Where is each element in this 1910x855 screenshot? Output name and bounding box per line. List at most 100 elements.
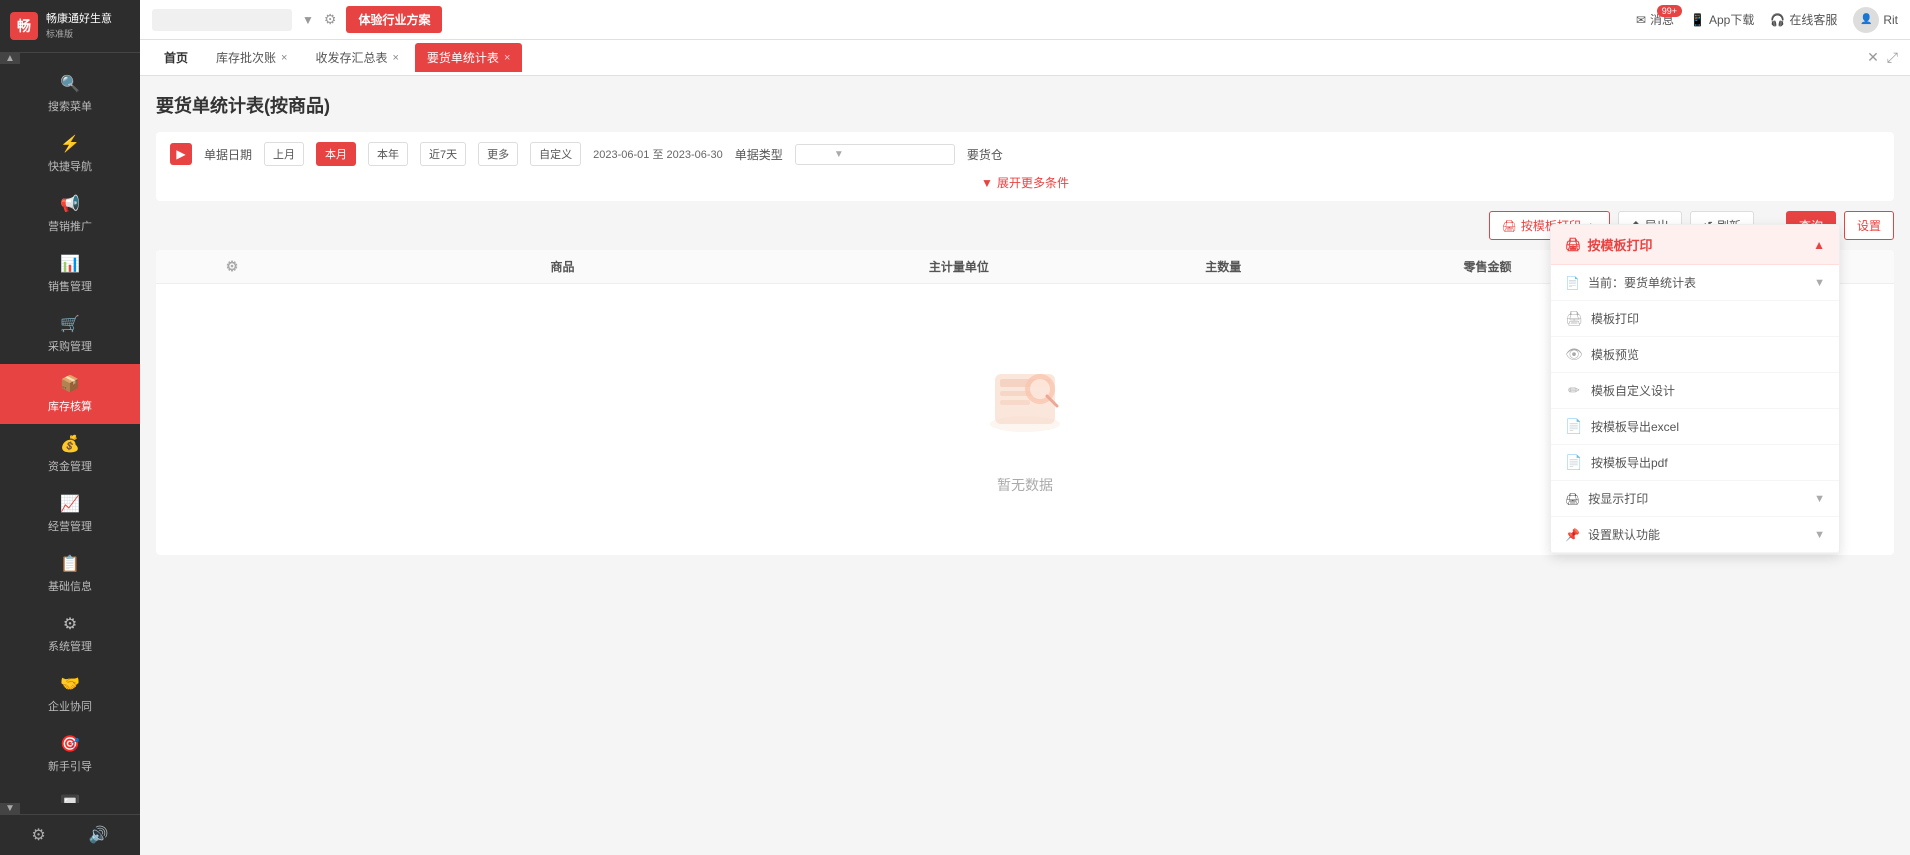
sidebar-item-finance[interactable]: 💰 资金管理 bbox=[0, 424, 140, 484]
tab-receipt-summary-close[interactable]: × bbox=[392, 52, 398, 64]
tab-maximize-btn[interactable]: ⤢ bbox=[1887, 49, 1898, 66]
date-btn-last-month[interactable]: 上月 bbox=[264, 142, 304, 166]
dropdown-display-print[interactable]: 🖨 按显示打印 ▼ bbox=[1551, 481, 1839, 517]
sidebar-item-label: 系统管理 bbox=[48, 638, 92, 654]
date-btn-this-year[interactable]: 本年 bbox=[368, 142, 408, 166]
sidebar-item-label: 经营管理 bbox=[48, 518, 92, 534]
app-name: 畅康通好生意 bbox=[46, 12, 112, 27]
tab-order-stats-label: 要货单统计表 bbox=[427, 49, 499, 66]
scroll-down-btn[interactable]: ▼ bbox=[0, 803, 20, 814]
content-area: 要货单统计表(按商品) ▶ 单据日期 上月 本月 本年 近7天 更多 自定义 2… bbox=[140, 76, 1910, 855]
sidebar-item-quick-nav[interactable]: ⚡ 快捷导航 bbox=[0, 124, 140, 184]
date-btn-7days[interactable]: 近7天 bbox=[420, 142, 466, 166]
expand-more-btn[interactable]: ▼ 展开更多条件 bbox=[981, 174, 1069, 191]
user-avatar[interactable]: 👤 Rit bbox=[1853, 7, 1898, 33]
main-area: ▼ ⚙ 体验行业方案 ✉ 消息 99+ 📱 App下载 🎧 在线客服 👤 Rit bbox=[140, 0, 1910, 855]
tab-order-stats[interactable]: 要货单统计表 × bbox=[415, 43, 522, 72]
operations-icon: 📈 bbox=[60, 494, 80, 514]
dropdown-item-template-preview[interactable]: 👁 模板预览 bbox=[1551, 337, 1839, 373]
search-input[interactable] bbox=[152, 9, 292, 31]
sidebar-item-purchase[interactable]: 🛒 采购管理 bbox=[0, 304, 140, 364]
sidebar-item-guide[interactable]: 🎯 新手引导 bbox=[0, 724, 140, 784]
user-name: Rit bbox=[1883, 13, 1898, 27]
tab-order-stats-close[interactable]: × bbox=[504, 52, 510, 64]
dropdown-printer-icon: 🖨 bbox=[1565, 237, 1582, 253]
sidebar-item-sales[interactable]: 📊 销售管理 bbox=[0, 244, 140, 304]
tab-home[interactable]: 首页 bbox=[152, 43, 200, 72]
tab-receipt-summary-label: 收发存汇总表 bbox=[315, 49, 387, 66]
dropdown-item-template-pdf[interactable]: 📄 按模板导出pdf bbox=[1551, 445, 1839, 481]
dropdown-set-default[interactable]: 📌 设置默认功能 ▼ bbox=[1551, 517, 1839, 553]
sidebar: 畅 畅康通好生意 标准版 ▲ 🔍 搜索菜单 ⚡ 快捷导航 📢 营销推广 📊 销售… bbox=[0, 0, 140, 855]
expand-label: 展开更多条件 bbox=[997, 174, 1069, 191]
speaker-icon[interactable]: 🔊 bbox=[89, 825, 109, 845]
dropdown-item-template-print[interactable]: 🖨 模板打印 bbox=[1551, 301, 1839, 337]
table-column-settings[interactable]: ⚙ bbox=[166, 258, 298, 275]
logo-icon: 畅 bbox=[10, 12, 38, 40]
basic-icon: 📋 bbox=[60, 554, 80, 574]
settings-btn[interactable]: 设置 bbox=[1844, 211, 1894, 240]
sidebar-item-label: 基础信息 bbox=[48, 578, 92, 594]
sidebar-item-label: 资金管理 bbox=[48, 458, 92, 474]
set-default-arrow: ▼ bbox=[1814, 529, 1825, 541]
scroll-up-btn[interactable]: ▲ bbox=[0, 53, 20, 64]
current-template-arrow: ▼ bbox=[1814, 277, 1825, 289]
guide-icon: 🎯 bbox=[60, 734, 80, 754]
tab-resize-controls: ✕ ⤢ bbox=[1867, 49, 1898, 66]
topbar: ▼ ⚙ 体验行业方案 ✉ 消息 99+ 📱 App下载 🎧 在线客服 👤 Rit bbox=[140, 0, 1910, 40]
sidebar-item-label: 快捷导航 bbox=[48, 158, 92, 174]
sidebar-item-app-center[interactable]: 🔲 应用中心 bbox=[0, 784, 140, 803]
sidebar-item-inventory[interactable]: 📦 库存核算 bbox=[0, 364, 140, 424]
template-pdf-label: 按模板导出pdf bbox=[1591, 454, 1668, 471]
sidebar-item-search[interactable]: 🔍 搜索菜单 bbox=[0, 64, 140, 124]
date-btn-more[interactable]: 更多 bbox=[478, 142, 518, 166]
dropdown-current-template[interactable]: 📄 当前：要货单统计表 ▼ bbox=[1551, 265, 1839, 301]
filter-toggle-btn[interactable]: ▶ bbox=[170, 143, 192, 165]
expand-row: ▼ 展开更多条件 bbox=[170, 174, 1880, 191]
sidebar-bottom: ⚙ 🔊 bbox=[0, 814, 140, 855]
type-filter-arrow: ▼ bbox=[834, 149, 844, 160]
tab-receipt-summary[interactable]: 收发存汇总表 × bbox=[303, 43, 410, 72]
sidebar-nav: 🔍 搜索菜单 ⚡ 快捷导航 📢 营销推广 📊 销售管理 🛒 采购管理 📦 库存核… bbox=[0, 64, 140, 803]
sidebar-item-basic[interactable]: 📋 基础信息 bbox=[0, 544, 140, 604]
date-btn-this-month[interactable]: 本月 bbox=[316, 142, 356, 166]
sidebar-item-operations[interactable]: 📈 经营管理 bbox=[0, 484, 140, 544]
topbar-dropdown-arrow[interactable]: ▼ bbox=[302, 13, 314, 27]
settings-bottom-icon[interactable]: ⚙ bbox=[31, 825, 45, 845]
tab-inventory-batch[interactable]: 库存批次账 × bbox=[204, 43, 299, 72]
page-title: 要货单统计表(按商品) bbox=[156, 92, 1894, 118]
app-badge: 标准版 bbox=[46, 27, 112, 40]
current-template-label: 当前：要货单统计表 bbox=[1588, 274, 1696, 291]
industry-btn[interactable]: 体验行业方案 bbox=[346, 6, 442, 33]
empty-illustration bbox=[975, 344, 1075, 463]
set-default-icon: 📌 bbox=[1565, 528, 1580, 542]
app-download-btn[interactable]: 📱 App下载 bbox=[1690, 11, 1754, 28]
search-icon: 🔍 bbox=[60, 74, 80, 94]
dropdown-item-template-excel[interactable]: 📄 按模板导出excel bbox=[1551, 409, 1839, 445]
display-print-left: 🖨 按显示打印 bbox=[1565, 490, 1648, 507]
message-btn[interactable]: ✉ 消息 99+ bbox=[1636, 11, 1674, 28]
printer-icon: 🖨 bbox=[1502, 219, 1517, 233]
sidebar-item-marketing[interactable]: 📢 营销推广 bbox=[0, 184, 140, 244]
display-print-arrow: ▼ bbox=[1814, 493, 1825, 505]
template-preview-label: 模板预览 bbox=[1591, 346, 1639, 363]
tab-inventory-batch-close[interactable]: × bbox=[281, 52, 287, 64]
tab-close-btn[interactable]: ✕ bbox=[1867, 49, 1879, 66]
dropdown-item-template-design[interactable]: ✏ 模板自定义设计 bbox=[1551, 373, 1839, 409]
table-col-unit: 主计量单位 bbox=[827, 258, 1091, 275]
sidebar-item-collab[interactable]: 🤝 企业协同 bbox=[0, 664, 140, 724]
topbar-gear-icon[interactable]: ⚙ bbox=[324, 11, 337, 28]
sidebar-item-label: 新手引导 bbox=[48, 758, 92, 774]
dropdown-collapse-icon[interactable]: ▲ bbox=[1813, 238, 1825, 252]
current-template-icon: 📄 bbox=[1565, 276, 1580, 290]
type-filter-select[interactable]: ▼ bbox=[795, 144, 955, 165]
avatar-circle: 👤 bbox=[1853, 7, 1879, 33]
expand-chevron-icon: ▼ bbox=[981, 176, 993, 190]
online-service-btn[interactable]: 🎧 在线客服 bbox=[1770, 11, 1837, 28]
date-btn-custom[interactable]: 自定义 bbox=[530, 142, 581, 166]
sidebar-item-system[interactable]: ⚙ 系统管理 bbox=[0, 604, 140, 664]
set-default-left: 📌 设置默认功能 bbox=[1565, 526, 1660, 543]
dropdown-title: 🖨 按模板打印 bbox=[1565, 235, 1653, 254]
date-range-display: 2023-06-01 至 2023-06-30 bbox=[593, 146, 723, 162]
app-download-icon: 📱 bbox=[1690, 13, 1705, 27]
